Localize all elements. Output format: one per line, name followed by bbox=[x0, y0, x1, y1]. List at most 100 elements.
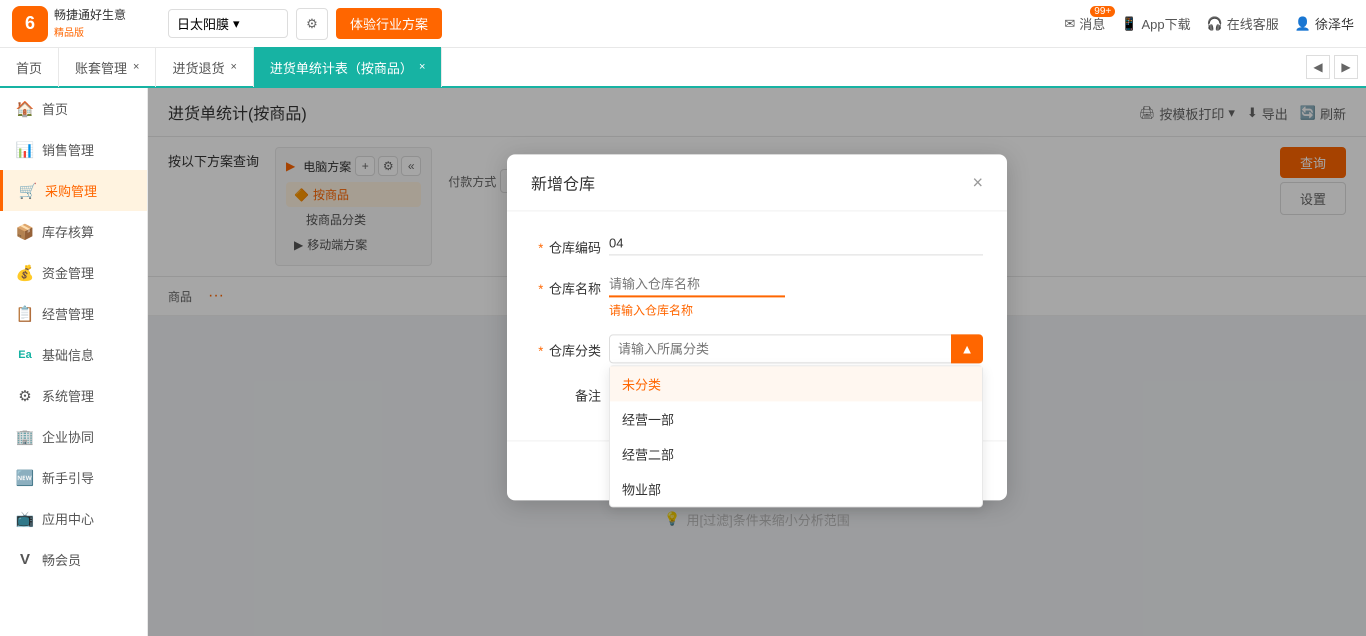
sidebar-enterprise-label: 企业协同 bbox=[42, 427, 94, 446]
tab-prev-button[interactable]: ◀ bbox=[1306, 55, 1330, 79]
tab-controls: ◀ ▶ bbox=[1306, 55, 1366, 79]
sidebar-item-home[interactable]: 🏠 首页 bbox=[0, 88, 147, 129]
code-label: * 仓库编码 bbox=[531, 231, 601, 256]
tab-home[interactable]: 首页 bbox=[0, 47, 59, 87]
online-service-label: 在线客服 bbox=[1227, 14, 1279, 33]
remarks-label: 备注 bbox=[531, 379, 601, 404]
tab-account[interactable]: 账套管理 × bbox=[59, 47, 156, 87]
tab-purchase-return-close[interactable]: × bbox=[230, 61, 236, 73]
sidebar-item-vip[interactable]: V 畅会员 bbox=[0, 539, 147, 580]
store-selector[interactable]: 日太阳膜 ▾ bbox=[168, 9, 288, 38]
app-download-label: App下载 bbox=[1141, 14, 1190, 33]
logo-badge: 精品版 bbox=[54, 24, 126, 39]
gear-button[interactable]: ⚙ bbox=[296, 8, 328, 40]
content-area: 进货单统计(按商品) 🖨 按模板打印 ▾ ⬇ 导出 🔄 刷新 bbox=[148, 88, 1366, 636]
message-item[interactable]: ✉ 消息 99+ bbox=[1064, 14, 1105, 33]
vip-icon: V bbox=[16, 551, 34, 569]
user-name: 徐泽华 bbox=[1315, 14, 1354, 33]
basic-icon: Ea bbox=[16, 346, 34, 364]
tab-home-label: 首页 bbox=[16, 58, 42, 77]
avatar-icon: 👤 bbox=[1295, 16, 1311, 32]
sidebar-item-operations[interactable]: 📋 经营管理 bbox=[0, 293, 147, 334]
topbar-right: ✉ 消息 99+ 📱 App下载 🎧 在线客服 👤 徐泽华 bbox=[1064, 14, 1354, 33]
dropdown-item-uncat[interactable]: 未分类 bbox=[610, 366, 982, 401]
tab-purchase-stats[interactable]: 进货单统计表（按商品） × bbox=[254, 47, 442, 87]
dropdown-item-op2[interactable]: 经营二部 bbox=[610, 436, 982, 471]
sidebar-vip-label: 畅会员 bbox=[42, 550, 81, 569]
name-label: * 仓库名称 bbox=[531, 272, 601, 297]
phone-icon: 📱 bbox=[1121, 16, 1137, 32]
category-field-row: * 仓库分类 ▲ 未分类 经营一部 经营二部 物业部 bbox=[531, 334, 983, 363]
enterprise-icon: 🏢 bbox=[16, 428, 34, 446]
tab-purchase-stats-close[interactable]: × bbox=[419, 61, 425, 73]
trial-button[interactable]: 体验行业方案 bbox=[336, 8, 442, 39]
category-label: * 仓库分类 bbox=[531, 334, 601, 359]
name-error-msg: 请输入仓库名称 bbox=[609, 303, 693, 317]
modal-header: 新增仓库 × bbox=[507, 154, 1007, 211]
chevron-down-icon: ▾ bbox=[233, 16, 240, 32]
modal-body: * 仓库编码 * 仓库名称 请输入仓库名称 bbox=[507, 211, 1007, 440]
sidebar-inventory-label: 库存核算 bbox=[42, 222, 94, 241]
appcenter-icon: 📺 bbox=[16, 510, 34, 528]
system-icon: ⚙ bbox=[16, 387, 34, 405]
sidebar-item-basic[interactable]: Ea 基础信息 bbox=[0, 334, 147, 375]
finance-icon: 💰 bbox=[16, 264, 34, 282]
sidebar-item-inventory[interactable]: 📦 库存核算 bbox=[0, 211, 147, 252]
name-input[interactable] bbox=[609, 272, 785, 297]
tab-next-button[interactable]: ▶ bbox=[1334, 55, 1358, 79]
store-name: 日太阳膜 bbox=[177, 14, 229, 33]
category-select-wrap: ▲ 未分类 经营一部 经营二部 物业部 bbox=[609, 334, 983, 363]
sidebar-sales-label: 销售管理 bbox=[42, 140, 94, 159]
add-warehouse-modal: 新增仓库 × * 仓库编码 * 仓库名称 bbox=[507, 154, 1007, 500]
sidebar-purchase-label: 采购管理 bbox=[45, 181, 97, 200]
sidebar-item-sales[interactable]: 📊 销售管理 bbox=[0, 129, 147, 170]
category-dropdown-list: 未分类 经营一部 经营二部 物业部 bbox=[609, 365, 983, 507]
home-icon: 🏠 bbox=[16, 100, 34, 118]
sidebar-item-appcenter[interactable]: 📺 应用中心 bbox=[0, 498, 147, 539]
arrow-up-icon: ▲ bbox=[961, 341, 974, 356]
user-profile[interactable]: 👤 徐泽华 bbox=[1295, 14, 1354, 33]
sidebar-item-finance[interactable]: 💰 资金管理 bbox=[0, 252, 147, 293]
tab-purchase-return-label: 进货退货 bbox=[172, 58, 224, 77]
online-service-item[interactable]: 🎧 在线客服 bbox=[1207, 14, 1279, 33]
sidebar-system-label: 系统管理 bbox=[42, 386, 94, 405]
code-input[interactable] bbox=[609, 231, 983, 255]
purchase-icon: 🛒 bbox=[19, 182, 37, 200]
sidebar-item-enterprise[interactable]: 🏢 企业协同 bbox=[0, 416, 147, 457]
tab-account-label: 账套管理 bbox=[75, 58, 127, 77]
main-layout: 🏠 首页 📊 销售管理 🛒 采购管理 📦 库存核算 💰 资金管理 📋 经营管理 … bbox=[0, 88, 1366, 636]
logo-title: 畅捷通好生意 bbox=[54, 8, 126, 24]
tab-purchase-stats-label: 进货单统计表（按商品） bbox=[270, 58, 413, 77]
modal-close-button[interactable]: × bbox=[972, 173, 983, 191]
message-icon: ✉ bbox=[1064, 16, 1075, 32]
dropdown-item-prop[interactable]: 物业部 bbox=[610, 471, 982, 506]
name-field-row: * 仓库名称 请输入仓库名称 bbox=[531, 272, 983, 318]
tabbar: 首页 账套管理 × 进货退货 × 进货单统计表（按商品） × ◀ ▶ bbox=[0, 48, 1366, 88]
modal-title: 新增仓库 bbox=[531, 170, 595, 194]
sidebar-item-guide[interactable]: 🆕 新手引导 bbox=[0, 457, 147, 498]
sidebar-operations-label: 经营管理 bbox=[42, 304, 94, 323]
sidebar-item-purchase[interactable]: 🛒 采购管理 bbox=[0, 170, 147, 211]
category-input[interactable] bbox=[609, 334, 983, 363]
tab-account-close[interactable]: × bbox=[133, 61, 139, 73]
inventory-icon: 📦 bbox=[16, 223, 34, 241]
sidebar-home-label: 首页 bbox=[42, 99, 68, 118]
sales-icon: 📊 bbox=[16, 141, 34, 159]
headset-icon: 🎧 bbox=[1207, 16, 1223, 32]
sidebar-appcenter-label: 应用中心 bbox=[42, 509, 94, 528]
code-field-row: * 仓库编码 bbox=[531, 231, 983, 256]
app-download-item[interactable]: 📱 App下载 bbox=[1121, 14, 1190, 33]
sidebar-finance-label: 资金管理 bbox=[42, 263, 94, 282]
sidebar-basic-label: 基础信息 bbox=[42, 345, 94, 364]
category-dropdown-button[interactable]: ▲ bbox=[951, 334, 983, 363]
guide-icon: 🆕 bbox=[16, 469, 34, 487]
operations-icon: 📋 bbox=[16, 305, 34, 323]
tab-purchase-return[interactable]: 进货退货 × bbox=[156, 47, 253, 87]
sidebar-item-system[interactable]: ⚙ 系统管理 bbox=[0, 375, 147, 416]
sidebar: 🏠 首页 📊 销售管理 🛒 采购管理 📦 库存核算 💰 资金管理 📋 经营管理 … bbox=[0, 88, 148, 636]
sidebar-guide-label: 新手引导 bbox=[42, 468, 94, 487]
gear-icon: ⚙ bbox=[306, 16, 318, 32]
dropdown-item-op1[interactable]: 经营一部 bbox=[610, 401, 982, 436]
message-badge: 99+ bbox=[1090, 6, 1115, 17]
logo-area: 6 畅捷通好生意 精品版 bbox=[12, 6, 160, 42]
